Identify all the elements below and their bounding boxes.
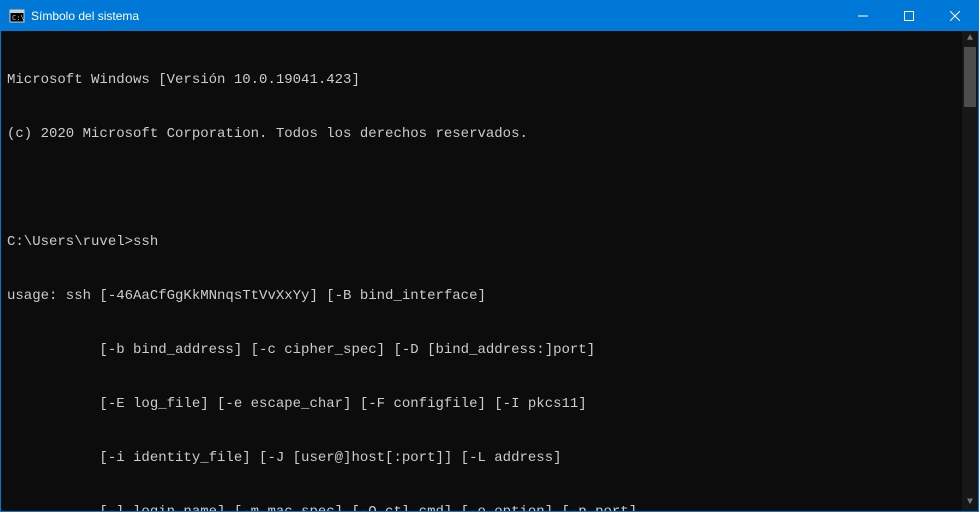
command-prompt-window: C:\ Símbolo del sistema Microsoft Window… (0, 0, 979, 512)
minimize-button[interactable] (840, 1, 886, 31)
maximize-button[interactable] (886, 1, 932, 31)
output-line: usage: ssh [-46AaCfGgKkMNnqsTtVvXxYy] [-… (7, 287, 972, 305)
output-line: C:\Users\ruvel>ssh (7, 233, 972, 251)
window-title: Símbolo del sistema (31, 9, 139, 23)
cmd-icon: C:\ (9, 8, 25, 24)
output-line (7, 179, 972, 197)
scroll-up-arrow[interactable]: ▲ (962, 31, 978, 47)
output-line: (c) 2020 Microsoft Corporation. Todos lo… (7, 125, 972, 143)
scrollbar-thumb[interactable] (964, 47, 976, 107)
output-line: [-E log_file] [-e escape_char] [-F confi… (7, 395, 972, 413)
svg-text:C:\: C:\ (12, 14, 25, 22)
terminal-output[interactable]: Microsoft Windows [Versión 10.0.19041.42… (1, 31, 978, 511)
titlebar[interactable]: C:\ Símbolo del sistema (1, 1, 978, 31)
close-button[interactable] (932, 1, 978, 31)
output-line: [-l login_name] [-m mac_spec] [-O ctl_cm… (7, 503, 972, 511)
output-line: Microsoft Windows [Versión 10.0.19041.42… (7, 71, 972, 89)
scroll-down-arrow[interactable]: ▼ (962, 495, 978, 511)
vertical-scrollbar[interactable]: ▲ ▼ (962, 31, 978, 511)
output-line: [-b bind_address] [-c cipher_spec] [-D [… (7, 341, 972, 359)
output-line: [-i identity_file] [-J [user@]host[:port… (7, 449, 972, 467)
